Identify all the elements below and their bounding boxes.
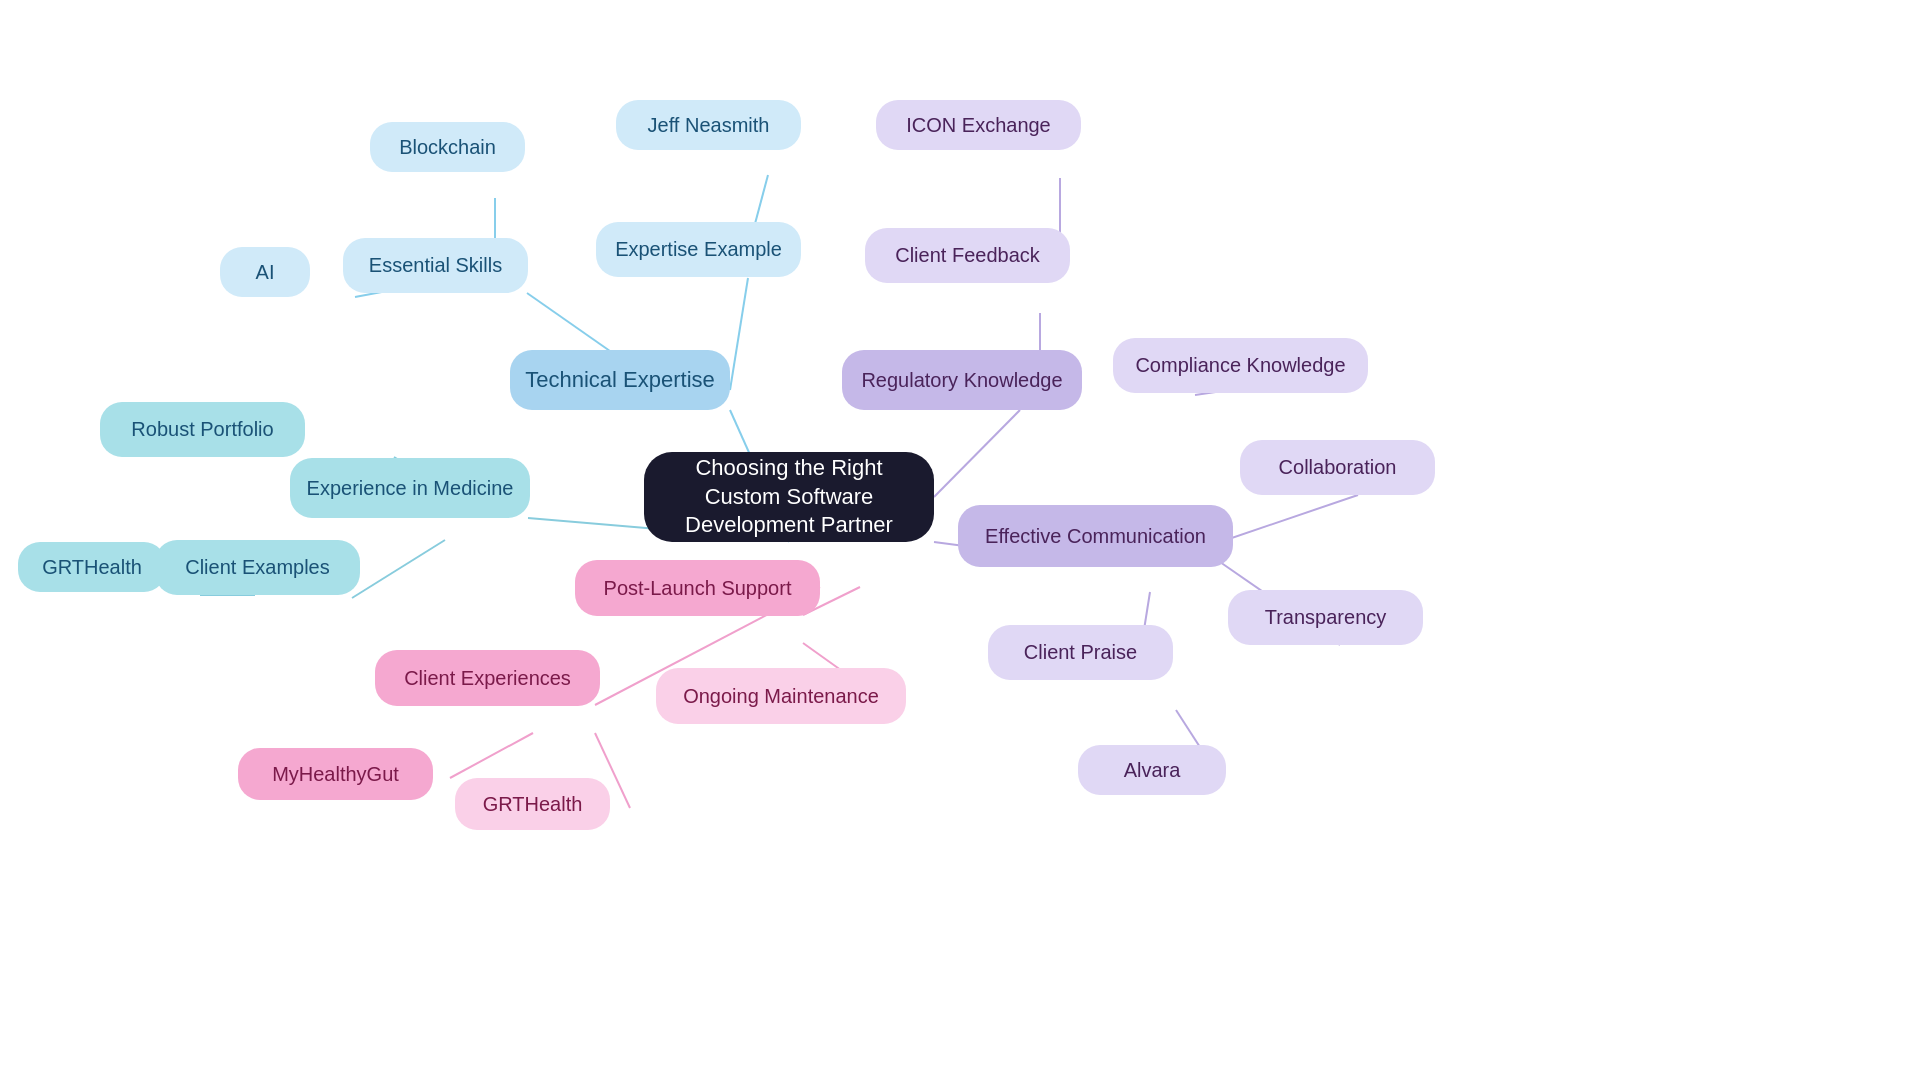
transparency-node: Transparency [1228,590,1423,645]
client-praise-node: Client Praise [988,625,1173,680]
effective-communication-node: Effective Communication [958,505,1233,567]
grt-health2-node: GRTHealth [455,778,610,830]
experience-medicine-node: Experience in Medicine [290,458,530,518]
ai-node: AI [220,247,310,297]
post-launch-support-node: Post-Launch Support [575,560,820,616]
robust-portfolio-node: Robust Portfolio [100,402,305,457]
client-examples-node: Client Examples [155,540,360,595]
essential-skills-node: Essential Skills [343,238,528,293]
jeff-neasmith-node: Jeff Neasmith [616,100,801,150]
svg-line-15 [1220,495,1358,542]
icon-exchange-node: ICON Exchange [876,100,1081,150]
svg-line-22 [450,733,533,778]
client-feedback-node: Client Feedback [865,228,1070,283]
blockchain-node: Blockchain [370,122,525,172]
svg-line-10 [934,410,1020,497]
svg-line-8 [352,540,445,598]
regulatory-knowledge-node: Regulatory Knowledge [842,350,1082,410]
grt-health-node: GRTHealth [18,542,166,592]
alvara-node: Alvara [1078,745,1226,795]
ongoing-maintenance-node: Ongoing Maintenance [656,668,906,724]
center-node: Choosing the Right Custom Software Devel… [644,452,934,542]
client-experiences-node: Client Experiences [375,650,600,706]
technical-expertise-node: Technical Expertise [510,350,730,410]
my-healthy-gut-node: MyHealthyGut [238,748,433,800]
expertise-example-node: Expertise Example [596,222,801,277]
compliance-knowledge-node: Compliance Knowledge [1113,338,1368,393]
collaboration-node: Collaboration [1240,440,1435,495]
svg-line-4 [730,278,748,390]
